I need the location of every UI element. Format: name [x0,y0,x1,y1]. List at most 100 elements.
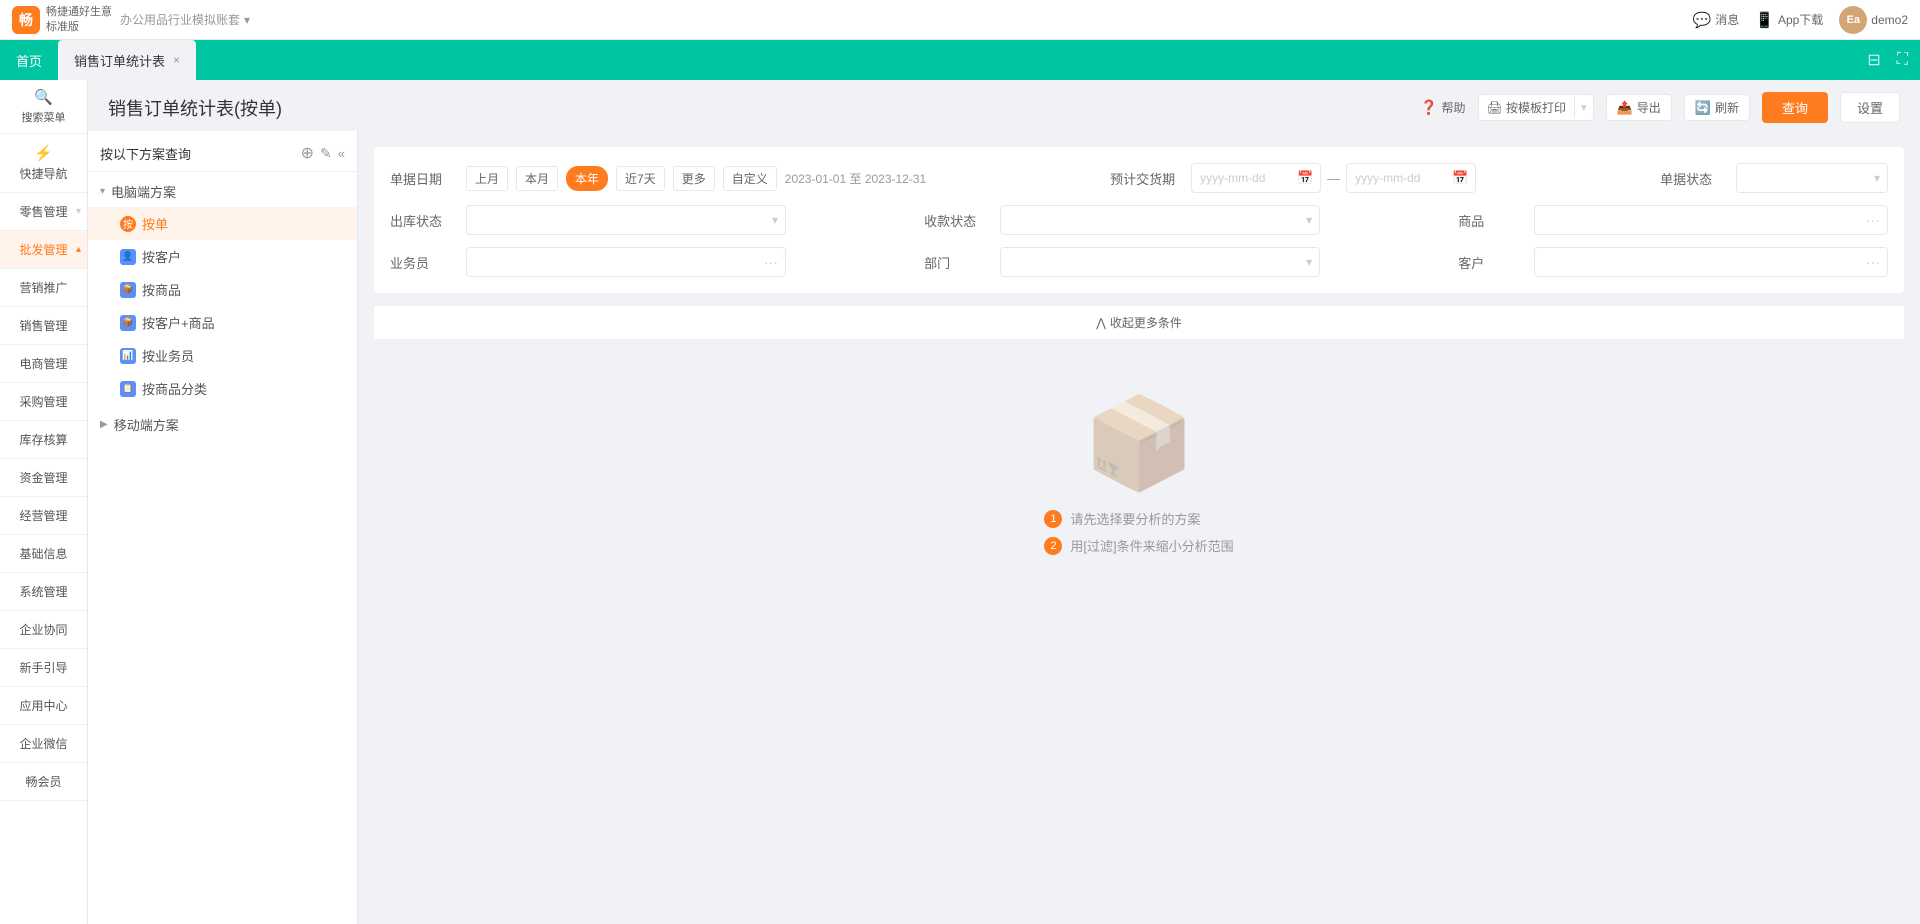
tip-num-2: 2 [1044,537,1062,555]
empty-tips: 1 请先选择要分析的方案 2 用[过滤]条件来缩小分析范围 [1044,509,1233,555]
customer-input[interactable] [1534,247,1888,277]
top-bar: 畅 畅捷通好生意 标准版 办公用品行业模拟账套 ▾ 💬 消息 📱 App下载 E… [0,0,1920,40]
user-action[interactable]: Ea demo2 [1839,6,1908,34]
settings-button[interactable]: 设置 [1840,92,1900,123]
customer-label: 客户 [1458,253,1518,272]
sidebar-item-inventory[interactable]: 库存核算 [0,421,87,459]
sidebar-item-basic[interactable]: 基础信息 [0,535,87,573]
sidebar-item-ecommerce[interactable]: 电商管理 [0,345,87,383]
logo-area: 畅 畅捷通好生意 标准版 [12,5,112,34]
date-btn-last-7-days[interactable]: 近7天 [616,166,665,191]
status-select[interactable] [1736,163,1888,193]
tree-item-by-goods[interactable]: 📦 按商品 [88,273,357,306]
panel-title: 按以下方案查询 [100,144,191,163]
delivery-select[interactable] [466,205,786,235]
sidebar-item-wholesale[interactable]: 批发管理 ▴ [0,231,87,269]
customer-ellipsis-icon[interactable]: ··· [1866,254,1880,270]
collapse-button[interactable]: ⋀ 收起更多条件 [1096,314,1182,331]
maximize-icon[interactable]: ⛶ [1893,47,1912,73]
sidebar-item-system[interactable]: 系统管理 [0,573,87,611]
sidebar-item-quick-nav[interactable]: ⚡ 快捷导航 [0,134,87,193]
nav-tabs: 首页 销售订单统计表 × ⊟ ⛶ [0,40,1920,80]
message-action[interactable]: 💬 消息 [1693,11,1740,29]
sidebar-item-appstore[interactable]: 应用中心 [0,687,87,725]
breadcrumb-dropdown-icon[interactable]: ▾ [244,13,250,27]
receipt-field: ▾ [1000,205,1320,235]
mobile-expand-icon: ▶ [100,419,108,430]
by-goods-icon: 📦 [120,282,136,298]
tree-item-by-category[interactable]: 📋 按商品分类 [88,372,357,405]
tab-close-icon[interactable]: × [173,53,180,67]
app-download-action[interactable]: 📱 App下载 [1755,11,1823,29]
department-field: ▾ [1000,247,1320,277]
panel-actions: ⊕ ✎ « [301,143,345,163]
refresh-icon: 🔄 [1695,100,1711,116]
breadcrumb-text: 办公用品行业模拟账套 [120,11,240,28]
sidebar-item-enterprise[interactable]: 企业协同 [0,611,87,649]
sidebar-item-members[interactable]: 畅会员 [0,763,87,801]
pc-expand-icon: ▾ [100,186,105,197]
goods-label: 商品 [1458,211,1518,230]
date-btn-custom[interactable]: 自定义 [723,166,777,191]
page-actions: ❓ 帮助 🖨 按模板打印 ▾ 📤 导出 🔄 刷新 [1420,92,1900,123]
export-icon: 📤 [1617,100,1633,116]
edit-scheme-icon[interactable]: ✎ [320,145,332,162]
collapse-panel-icon[interactable]: « [338,146,345,161]
calendar-end-icon[interactable]: 📅 [1452,170,1468,186]
sidebar-search[interactable]: 🔍 搜索菜单 [0,80,87,134]
tree-item-by-salesperson[interactable]: 📊 按业务员 [88,339,357,372]
empty-tip-2: 2 用[过滤]条件来缩小分析范围 [1044,536,1233,555]
salesperson-label: 业务员 [390,253,450,272]
date-label: 单据日期 [390,169,450,188]
calendar-start-icon[interactable]: 📅 [1297,170,1313,186]
tree-item-by-customer[interactable]: 👤 按客户 [88,240,357,273]
print-dropdown-icon[interactable]: ▾ [1574,97,1593,118]
query-button[interactable]: 查询 [1762,92,1828,123]
sidebar-item-operations[interactable]: 经营管理 [0,497,87,535]
tree-item-by-order[interactable]: 按 按单 [88,207,357,240]
export-button[interactable]: 📤 导出 [1606,94,1672,121]
sidebar-item-finance[interactable]: 资金管理 [0,459,87,497]
sidebar-item-wechat[interactable]: 企业微信 [0,725,87,763]
help-button[interactable]: ❓ 帮助 [1420,99,1465,116]
minimize-icon[interactable]: ⊟ [1863,46,1884,74]
goods-input[interactable] [1534,205,1888,235]
retail-arrow-icon: ▾ [76,206,81,217]
sales-order-tab[interactable]: 销售订单统计表 × [58,40,196,80]
sidebar-item-retail[interactable]: 零售管理 ▾ [0,193,87,231]
mobile-scheme-label: 移动端方案 [114,415,179,434]
print-button[interactable]: 🖨 按模板打印 [1479,95,1575,120]
home-tab[interactable]: 首页 [0,40,58,80]
add-scheme-icon[interactable]: ⊕ [301,143,314,163]
avatar: Ea [1839,6,1867,34]
main-layout: 🔍 搜索菜单 ⚡ 快捷导航 零售管理 ▾ 批发管理 ▴ 营销推广 销售管理 电商… [0,80,1920,924]
pc-scheme-section[interactable]: ▾ 电脑端方案 [88,176,357,207]
by-order-icon: 按 [120,216,136,232]
receipt-label: 收款状态 [924,211,984,230]
right-panel: 单据日期 上月 本月 本年 近7天 更多 自定义 2023-01-01 至 20… [358,131,1920,924]
tip-num-1: 1 [1044,510,1062,528]
receipt-select[interactable] [1000,205,1320,235]
department-select[interactable] [1000,247,1320,277]
date-btn-this-month[interactable]: 本月 [516,166,558,191]
empty-illustration: 📦 [1083,399,1195,489]
goods-ellipsis-icon[interactable]: ··· [1866,212,1880,228]
search-icon: 🔍 [34,88,53,106]
empty-tip-1: 1 请先选择要分析的方案 [1044,509,1233,528]
sidebar-item-sales[interactable]: 销售管理 [0,307,87,345]
content-area: 销售订单统计表(按单) ❓ 帮助 🖨 按模板打印 ▾ 📤 导出 [88,80,1920,924]
page-header: 销售订单统计表(按单) ❓ 帮助 🖨 按模板打印 ▾ 📤 导出 [88,80,1920,131]
sidebar-item-newbie[interactable]: 新手引导 [0,649,87,687]
sidebar-item-purchase[interactable]: 采购管理 [0,383,87,421]
refresh-button[interactable]: 🔄 刷新 [1684,94,1750,121]
sidebar-item-marketing[interactable]: 营销推广 [0,269,87,307]
date-btn-more[interactable]: 更多 [673,166,715,191]
salesperson-input[interactable] [466,247,786,277]
date-btn-this-year[interactable]: 本年 [566,166,608,191]
date-separator: — [1325,171,1342,186]
salesperson-ellipsis-icon[interactable]: ··· [764,254,778,270]
app-download-icon: 📱 [1755,11,1774,29]
mobile-scheme-section[interactable]: ▶ 移动端方案 [88,409,357,440]
tree-item-by-customer-goods[interactable]: 📦 按客户+商品 [88,306,357,339]
date-btn-last-month[interactable]: 上月 [466,166,508,191]
